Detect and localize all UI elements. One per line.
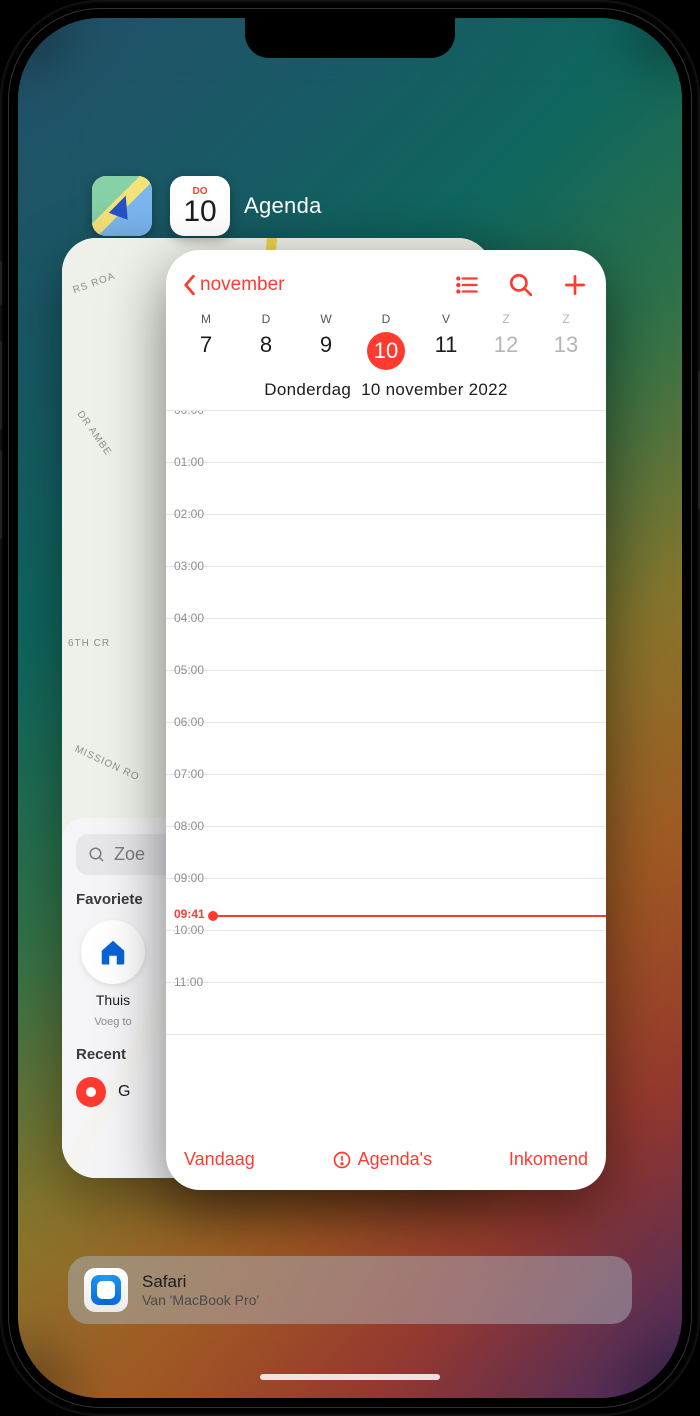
back-button[interactable]: november [180, 274, 285, 296]
hour-slot[interactable]: 02:00 [166, 515, 606, 567]
back-label: november [200, 274, 285, 296]
hour-label: 00:00 [174, 410, 204, 417]
hour-slot[interactable]: 11:00 [166, 983, 606, 1035]
selected-day-badge: 10 [367, 332, 405, 370]
favorite-home-sub: Voeg to [94, 1016, 131, 1028]
hour-label: 09:00 [174, 871, 204, 885]
hour-slot[interactable]: 07:00 [166, 775, 606, 827]
weekday-header: D [356, 312, 416, 326]
calendar-app-title: Agenda [244, 193, 322, 219]
hour-slot[interactable]: 03:00 [166, 567, 606, 619]
search-button[interactable] [508, 272, 534, 298]
hour-slot[interactable]: 01:00 [166, 463, 606, 515]
full-date-date: 10 november 2022 [361, 380, 508, 399]
calendar-bottom-bar: Vandaag Agenda's Inkomend [166, 1133, 606, 1190]
hour-label: 10:00 [174, 923, 204, 937]
weekday-header: W [296, 312, 356, 326]
add-event-button[interactable] [562, 272, 588, 298]
road-label: 6TH CR [68, 638, 110, 649]
hour-label: 03:00 [174, 559, 204, 573]
day-cell[interactable]: 12 [476, 326, 536, 380]
hour-label: 05:00 [174, 663, 204, 677]
hour-label: 01:00 [174, 455, 204, 469]
mute-switch [0, 260, 2, 306]
full-date-weekday: Donderdag [264, 380, 351, 399]
inbox-button[interactable]: Inkomend [509, 1149, 588, 1170]
hour-slot[interactable]: 09:00 [166, 879, 606, 931]
notch [245, 18, 455, 58]
alert-circle-icon [332, 1150, 352, 1170]
hour-label: 04:00 [174, 611, 204, 625]
safari-icon [84, 1268, 128, 1312]
hour-slot[interactable]: 04:00 [166, 619, 606, 671]
home-indicator[interactable] [260, 1374, 440, 1380]
hour-label: 11:00 [174, 975, 203, 989]
weekday-header: Z [536, 312, 596, 326]
day-cell[interactable]: 11 [416, 326, 476, 380]
weekday-header: D [236, 312, 296, 326]
favorite-home[interactable]: Thuis Voeg to [76, 920, 150, 1028]
day-timeline[interactable]: 00:0001:0002:0003:0004:0005:0006:0007:00… [166, 410, 606, 1133]
weekday-header: V [416, 312, 476, 326]
calendar-card-header: DO 10 Agenda [170, 176, 322, 236]
day-cell[interactable]: 7 [176, 326, 236, 380]
hour-slot[interactable]: 08:00 [166, 827, 606, 879]
recent-item-label: G [118, 1083, 130, 1101]
today-button[interactable]: Vandaag [184, 1149, 255, 1170]
hour-label: 06:00 [174, 715, 204, 729]
day-cell[interactable]: 9 [296, 326, 356, 380]
full-date-label: Donderdag 10 november 2022 [166, 380, 606, 410]
hour-label: 07:00 [174, 767, 204, 781]
day-cell[interactable]: 10 [356, 326, 416, 380]
maps-search-placeholder: Zoe [114, 844, 145, 865]
weekday-header-row: MDWDVZZ [166, 312, 606, 326]
handoff-banner[interactable]: Safari Van 'MacBook Pro' [68, 1256, 632, 1324]
current-time-indicator [214, 915, 606, 917]
home-icon [98, 937, 128, 967]
device-frame: RS ROA DR AMBE 6TH CR MISSION RO Zoe Fav… [0, 0, 700, 1416]
hour-slot[interactable]: 06:00 [166, 723, 606, 775]
app-card-calendar[interactable]: november MDWDVZZ 7 [166, 250, 606, 1190]
hour-label: 08:00 [174, 819, 204, 833]
handoff-title: Safari [142, 1272, 259, 1292]
calendar-app-icon[interactable]: DO 10 [170, 176, 230, 236]
current-time-label: 09:41 [174, 907, 205, 921]
weekday-header: Z [476, 312, 536, 326]
calendar-icon-day-number: 10 [183, 197, 216, 227]
calendars-label: Agenda's [358, 1149, 433, 1170]
list-icon [454, 272, 480, 298]
search-icon [508, 272, 534, 298]
calendar-toolbar: november [166, 250, 606, 312]
hour-label: 02:00 [174, 507, 204, 521]
day-cell[interactable]: 8 [236, 326, 296, 380]
maps-app-icon[interactable] [92, 176, 152, 236]
chevron-left-icon [180, 274, 198, 296]
volume-up-button [0, 340, 2, 430]
hour-slot[interactable]: 05:00 [166, 671, 606, 723]
day-cell[interactable]: 13 [536, 326, 596, 380]
app-switcher[interactable]: RS ROA DR AMBE 6TH CR MISSION RO Zoe Fav… [18, 18, 682, 1398]
screen: RS ROA DR AMBE 6TH CR MISSION RO Zoe Fav… [18, 18, 682, 1398]
list-view-button[interactable] [454, 272, 480, 298]
handoff-subtitle: Van 'MacBook Pro' [142, 1292, 259, 1308]
hour-slot[interactable]: 00:00 [166, 411, 606, 463]
volume-down-button [0, 450, 2, 540]
pin-icon [76, 1077, 106, 1107]
calendars-button[interactable]: Agenda's [332, 1149, 433, 1170]
plus-icon [562, 272, 588, 298]
hour-slot[interactable]: 10:00 [166, 931, 606, 983]
day-number-row: 789 10 111213 [166, 326, 606, 380]
search-icon [88, 846, 106, 864]
weekday-header: M [176, 312, 236, 326]
favorite-home-label: Thuis [96, 992, 130, 1008]
